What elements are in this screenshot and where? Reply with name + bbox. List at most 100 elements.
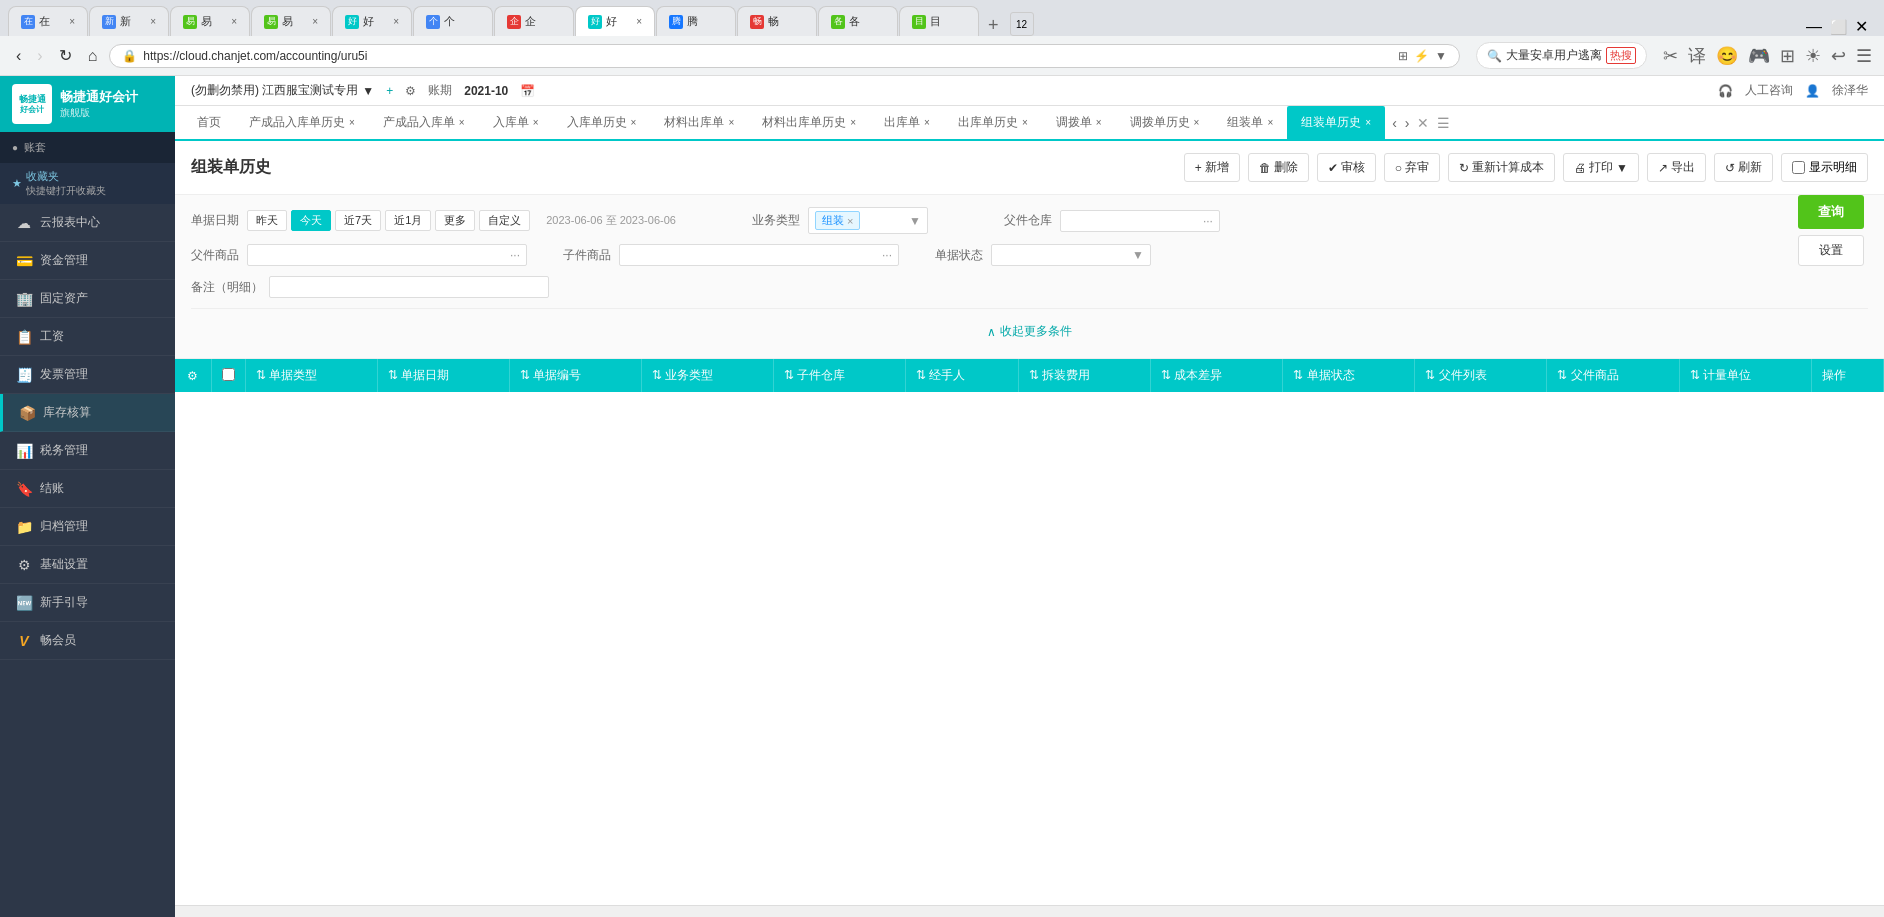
back-button[interactable]: ‹ [12, 43, 25, 69]
add-button[interactable]: + 新增 [1184, 153, 1240, 182]
refresh-button[interactable]: ↺ 刷新 [1714, 153, 1773, 182]
bill-status-select[interactable]: ▼ [991, 244, 1151, 266]
scissors-icon[interactable]: ✂ [1663, 45, 1678, 67]
th-child-warehouse[interactable]: ⇅ 子件仓库 [774, 359, 906, 392]
username[interactable]: 徐泽华 [1832, 82, 1868, 99]
abandon-button[interactable]: ○ 弃审 [1384, 153, 1440, 182]
page-tab-in-history[interactable]: 入库单历史 × [553, 106, 651, 141]
support-label[interactable]: 人工咨询 [1745, 82, 1793, 99]
sidebar-item-guide[interactable]: 🆕 新手引导 [0, 584, 175, 622]
company-selector[interactable]: (勿删勿禁用) 江西服宝测试专用 ▼ [191, 82, 374, 99]
tab-close-transfer-history[interactable]: × [1194, 117, 1200, 128]
tab-close-finished-in-history[interactable]: × [349, 117, 355, 128]
tab-count-badge[interactable]: 12 [1010, 12, 1034, 36]
display-detail-check[interactable] [1792, 161, 1805, 174]
tab-close-1[interactable]: × [69, 16, 75, 27]
new-tab-button[interactable]: + [980, 15, 1007, 36]
browser-tab-6[interactable]: 个 个 [413, 6, 493, 36]
sidebar-item-checkout[interactable]: 🔖 结账 [0, 470, 175, 508]
page-tab-out-history[interactable]: 出库单历史 × [944, 106, 1042, 141]
th-cost-diff[interactable]: ⇅ 成本差异 [1151, 359, 1283, 392]
th-bill-no[interactable]: ⇅ 单据编号 [509, 359, 641, 392]
tab-close-transfer[interactable]: × [1096, 117, 1102, 128]
date-7days[interactable]: 近7天 [335, 210, 381, 231]
sidebar-item-fixed-asset[interactable]: 🏢 固定资产 [0, 280, 175, 318]
biz-type-tag-remove[interactable]: × [847, 215, 853, 227]
th-parent-list[interactable]: ⇅ 父件列表 [1415, 359, 1547, 392]
tab-close-8[interactable]: × [636, 16, 642, 27]
page-tab-material-out-history[interactable]: 材料出库单历史 × [748, 106, 870, 141]
horizontal-scrollbar[interactable] [175, 905, 1884, 917]
th-bill-type[interactable]: ⇅ 单据类型 [245, 359, 377, 392]
parent-warehouse-select[interactable]: ··· [1060, 210, 1220, 232]
child-goods-ellipsis[interactable]: ··· [882, 248, 892, 262]
page-tab-finished-in-history[interactable]: 产成品入库单历史 × [235, 106, 369, 141]
forward-button[interactable]: › [33, 43, 46, 69]
bill-status-dropdown[interactable]: ▼ [1132, 248, 1144, 262]
lightning-icon[interactable]: ⚡ [1414, 49, 1429, 63]
approve-button[interactable]: ✔ 审核 [1317, 153, 1376, 182]
th-handler[interactable]: ⇅ 经手人 [906, 359, 1019, 392]
page-tab-assembly[interactable]: 组装单 × [1213, 106, 1287, 141]
browser-tab-5[interactable]: 好 好 × [332, 6, 412, 36]
search-box[interactable]: 🔍 大量安卓用户逃离 热搜 [1476, 42, 1647, 69]
date-today[interactable]: 今天 [291, 210, 331, 231]
parent-warehouse-ellipsis[interactable]: ··· [1203, 214, 1213, 228]
page-tab-in-order[interactable]: 入库单 × [479, 106, 553, 141]
sidebar-item-fund[interactable]: 💳 资金管理 [0, 242, 175, 280]
date-yesterday[interactable]: 昨天 [247, 210, 287, 231]
tab-close-in-history[interactable]: × [631, 117, 637, 128]
biz-type-select[interactable]: 组装 × ▼ [808, 207, 928, 234]
sidebar-item-settings[interactable]: ⚙ 基础设置 [0, 546, 175, 584]
recalculate-button[interactable]: ↻ 重新计算成本 [1448, 153, 1555, 182]
th-bill-date[interactable]: ⇅ 单据日期 [377, 359, 509, 392]
sidebar-item-member[interactable]: V 畅会员 [0, 622, 175, 660]
grid-icon[interactable]: ⊞ [1780, 45, 1795, 67]
minimize-button[interactable]: — [1806, 18, 1822, 36]
browser-tab-8[interactable]: 好 好 × [575, 6, 655, 36]
browser-tab-9[interactable]: 腾 腾 [656, 6, 736, 36]
translate-icon[interactable]: 译 [1688, 44, 1706, 68]
tab-close-out-order[interactable]: × [924, 117, 930, 128]
biz-type-dropdown[interactable]: ▼ [909, 214, 921, 228]
browser-tab-1[interactable]: 在 在 × [8, 6, 88, 36]
tab-close-in-order[interactable]: × [533, 117, 539, 128]
date-1month[interactable]: 近1月 [385, 210, 431, 231]
sidebar-favorites[interactable]: ★ 收藏夹 快捷键打开收藏夹 [0, 163, 175, 204]
child-goods-input[interactable]: ··· [619, 244, 899, 266]
select-all-checkbox[interactable] [222, 368, 235, 381]
tab-close-material-out[interactable]: × [728, 117, 734, 128]
th-settings[interactable]: ⚙ [175, 359, 211, 392]
th-bill-status[interactable]: ⇅ 单据状态 [1283, 359, 1415, 392]
sidebar-item-payroll[interactable]: 📋 工资 [0, 318, 175, 356]
tab-close-finished-in[interactable]: × [459, 117, 465, 128]
page-tab-finished-in[interactable]: 产成品入库单 × [369, 106, 479, 141]
tab-close-4[interactable]: × [312, 16, 318, 27]
browser-tab-2[interactable]: 新 新 × [89, 6, 169, 36]
menu-icon[interactable]: ☰ [1856, 45, 1872, 67]
th-biz-type[interactable]: ⇅ 业务类型 [641, 359, 773, 392]
th-unit[interactable]: ⇅ 计量单位 [1679, 359, 1811, 392]
th-disassembly-fee[interactable]: ⇅ 拆装费用 [1018, 359, 1150, 392]
undo-icon[interactable]: ↩ [1831, 45, 1846, 67]
emoji-icon[interactable]: 😊 [1716, 45, 1738, 67]
sidebar-item-inventory[interactable]: 📦 库存核算 [0, 394, 175, 432]
delete-button[interactable]: 🗑 删除 [1248, 153, 1309, 182]
browser-tab-7[interactable]: 企 企 [494, 6, 574, 36]
page-tab-out-order[interactable]: 出库单 × [870, 106, 944, 141]
add-company-btn[interactable]: + [386, 84, 393, 98]
tab-close-material-out-history[interactable]: × [850, 117, 856, 128]
tab-nav-close[interactable]: ✕ [1414, 115, 1432, 131]
date-custom[interactable]: 自定义 [479, 210, 530, 231]
tab-close-3[interactable]: × [231, 16, 237, 27]
tab-close-2[interactable]: × [150, 16, 156, 27]
date-more[interactable]: 更多 [435, 210, 475, 231]
page-tab-home[interactable]: 首页 [183, 106, 235, 141]
browser-tab-11[interactable]: 各 各 [818, 6, 898, 36]
page-tab-transfer[interactable]: 调拨单 × [1042, 106, 1116, 141]
query-button[interactable]: 查询 [1798, 195, 1864, 229]
page-tab-material-out[interactable]: 材料出库单 × [650, 106, 748, 141]
sun-icon[interactable]: ☀ [1805, 45, 1821, 67]
home-button[interactable]: ⌂ [84, 43, 102, 69]
browser-tab-12[interactable]: 目 目 [899, 6, 979, 36]
